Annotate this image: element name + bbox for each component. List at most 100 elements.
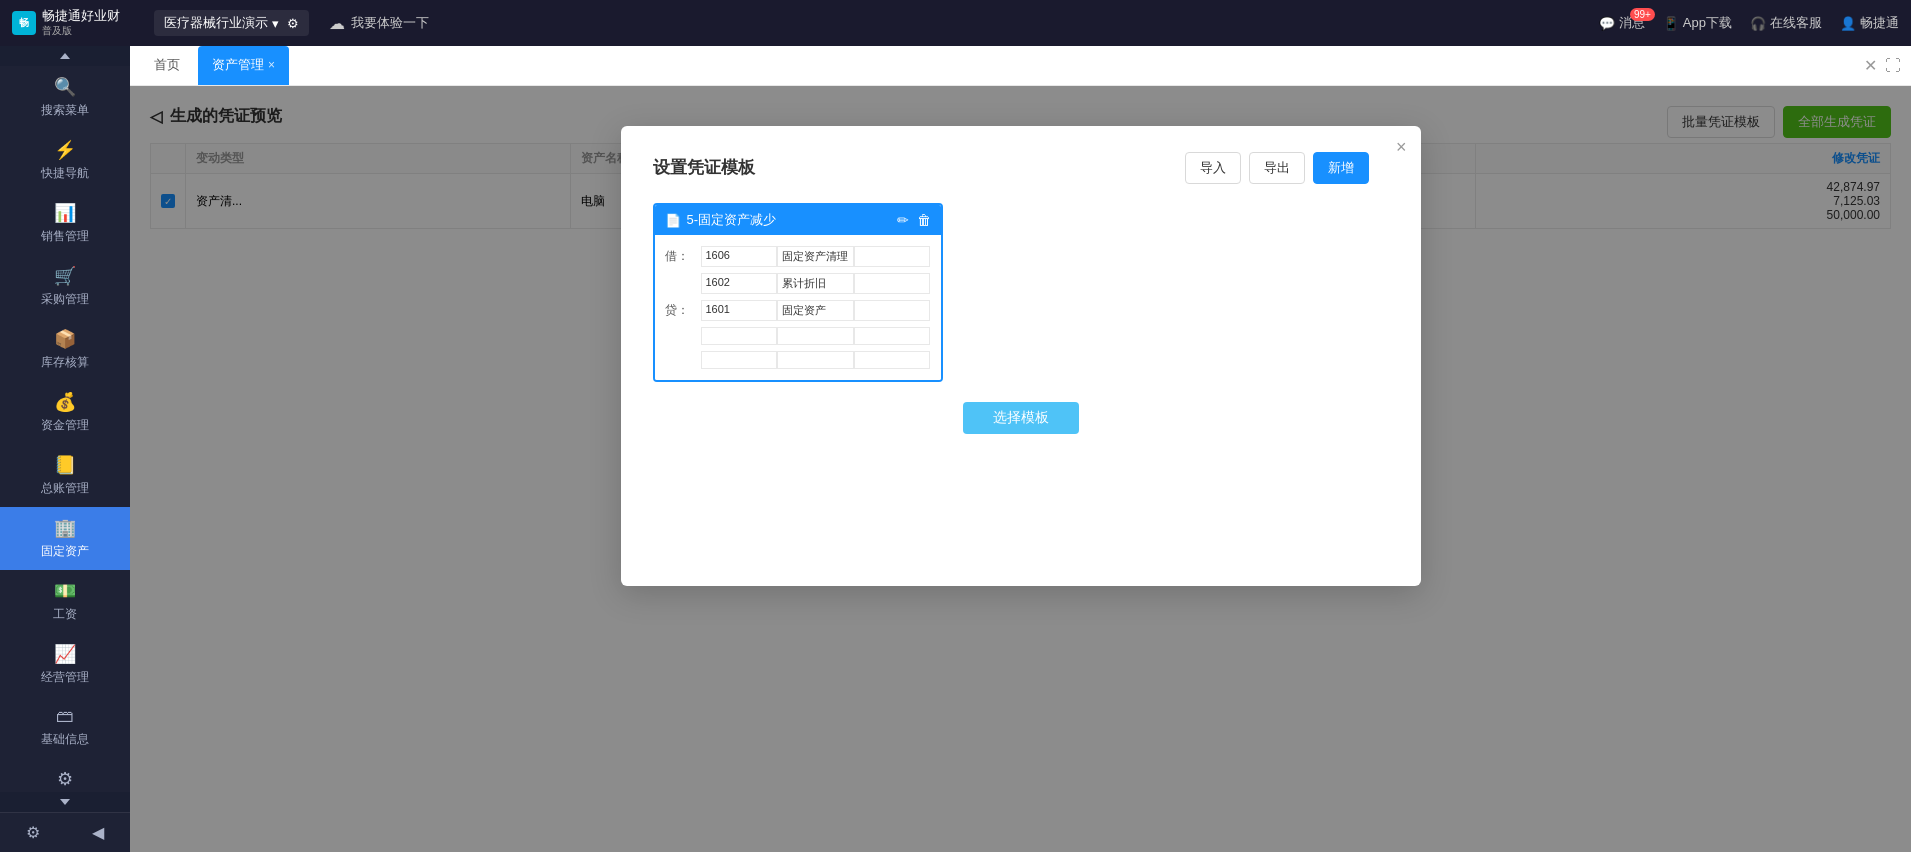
modal-close-button[interactable]: × [1396,138,1407,156]
empty2-code [701,351,778,369]
message-icon: 💬 [1599,16,1615,31]
customer-service-button[interactable]: 🎧 在线客服 [1750,14,1822,32]
template-row-2: 1602 累计折旧 [655,270,941,297]
empty1-name [777,327,854,345]
sidebar-item-operations[interactable]: 📈 经营管理 [0,633,130,696]
template-card-header: 📄 5-固定资产减少 ✏ 🗑 [655,205,941,235]
template-header-actions: ✏ 🗑 [897,212,931,228]
app-download-button[interactable]: 📱 App下载 [1663,14,1732,32]
sidebar-label-finance: 资金管理 [41,417,89,434]
window-controls: ✕ ⛶ [1864,46,1901,85]
sidebar-item-quicknav[interactable]: ⚡ 快捷导航 [0,129,130,192]
select-template-button[interactable]: 选择模板 [963,402,1079,434]
template-edit-icon[interactable]: ✏ [897,212,909,228]
sidebar-label-payroll: 工资 [53,606,77,623]
phone-icon: 📱 [1663,16,1679,31]
row1-amount [854,246,931,267]
ledger-icon: 📒 [54,454,76,476]
logo-text: 畅捷通好业财 [42,8,120,24]
sidebar-scroll-down[interactable] [0,792,130,812]
dropdown-icon: ▾ [272,16,279,31]
company-name: 医疗器械行业演示 [164,14,268,32]
username-label: 畅捷通 [1860,14,1899,32]
sidebar-item-purchase[interactable]: 🛒 采购管理 [0,255,130,318]
new-template-button[interactable]: 新增 [1313,152,1369,184]
settings-icon[interactable]: ⚙ [287,16,299,31]
operations-icon: 📈 [54,643,76,665]
sidebar-item-ledger[interactable]: 📒 总账管理 [0,444,130,507]
template-row-1: 借： 1606 固定资产清理 [655,243,941,270]
import-button[interactable]: 导入 [1185,152,1241,184]
sidebar-item-system[interactable]: ⚙ 系统管理 [0,758,130,792]
empty1-grid [701,327,931,345]
inventory-icon: 📦 [54,328,76,350]
template-row-empty-2 [655,348,941,372]
content-area: ◁ 生成的凭证预览 批量凭证模板 全部生成凭证 变动类型 资产名称 固定资产原值… [130,86,1911,852]
tab-home[interactable]: 首页 [140,46,194,85]
tab-assetmgmt[interactable]: 资产管理 × [198,46,289,85]
user-profile-button[interactable]: 👤 畅捷通 [1840,14,1899,32]
cloud-icon: ☁ [329,14,345,33]
sidebar-bottom: ⚙ ◀ [0,812,130,852]
row2-code: 1602 [701,273,778,294]
logo-sub: 普及版 [42,24,120,38]
row2-name: 累计折旧 [777,273,854,294]
sidebar-settings-icon[interactable]: ⚙ [26,823,40,842]
basic-icon: 🗃 [56,706,74,727]
modal-overlay[interactable]: 设置凭证模板 × 导入 导出 新增 📄 5-固定资产减少 ✏ [130,86,1911,852]
company-selector[interactable]: 医疗器械行业演示 ▾ ⚙ [154,10,309,36]
trial-text: 我要体验一下 [351,14,429,32]
empty1-amount [854,327,931,345]
messages-badge: 99+ [1630,8,1655,21]
tab-assetmgmt-label: 资产管理 [212,56,264,74]
template-row-empty-1 [655,324,941,348]
empty2-grid [701,351,931,369]
template-id-name: 5-固定资产减少 [687,211,777,229]
sidebar-item-search[interactable]: 🔍 搜索菜单 [0,66,130,129]
sidebar-label-quicknav: 快捷导航 [41,165,89,182]
app-logo: 畅 畅捷通好业财 普及版 [12,8,142,38]
quicknav-icon: ⚡ [54,139,76,161]
headset-icon: 🎧 [1750,16,1766,31]
app-download-label: App下载 [1683,14,1732,32]
window-close-button[interactable]: ✕ [1864,56,1877,75]
topbar-right: 💬 消息 99+ 📱 App下载 🎧 在线客服 👤 畅捷通 [1599,14,1899,32]
row3-type: 贷： [665,302,695,319]
voucher-template-modal: 设置凭证模板 × 导入 导出 新增 📄 5-固定资产减少 ✏ [621,126,1421,586]
sidebar-label-inventory: 库存核算 [41,354,89,371]
row3-name: 固定资产 [777,300,854,321]
row2-amount [854,273,931,294]
tab-home-label: 首页 [154,56,180,74]
tabbar: 首页 资产管理 × ✕ ⛶ [130,46,1911,86]
sidebar-collapse-icon[interactable]: ◀ [92,823,104,842]
row1-code: 1606 [701,246,778,267]
sidebar-label-search: 搜索菜单 [41,102,89,119]
sidebar-item-fixedasset[interactable]: 🏢 固定资产 [0,507,130,570]
trial-banner: ☁ 我要体验一下 [329,14,429,33]
row3-grid: 1601 固定资产 [701,300,931,321]
export-button[interactable]: 导出 [1249,152,1305,184]
sidebar-item-basic[interactable]: 🗃 基础信息 [0,696,130,758]
sidebar-item-sales[interactable]: 📊 销售管理 [0,192,130,255]
sidebar-item-finance[interactable]: 💰 资金管理 [0,381,130,444]
system-icon: ⚙ [57,768,73,790]
row1-type: 借： [665,248,695,265]
sidebar-item-payroll[interactable]: 💵 工资 [0,570,130,633]
sidebar-label-basic: 基础信息 [41,731,89,748]
sidebar-scroll-up[interactable] [0,46,130,66]
tab-close-icon[interactable]: × [268,58,275,72]
empty2-amount [854,351,931,369]
sidebar-item-inventory[interactable]: 📦 库存核算 [0,318,130,381]
empty1-code [701,327,778,345]
sidebar: 🔍 搜索菜单 ⚡ 快捷导航 📊 销售管理 🛒 采购管理 📦 库存核算 💰 资金管… [0,46,130,852]
window-expand-button[interactable]: ⛶ [1885,57,1901,75]
messages-button[interactable]: 💬 消息 99+ [1599,14,1645,32]
row1-name: 固定资产清理 [777,246,854,267]
row1-grid: 1606 固定资产清理 [701,246,931,267]
template-doc-icon: 📄 [665,213,681,228]
template-delete-icon[interactable]: 🗑 [917,212,931,228]
template-body: 借： 1606 固定资产清理 1602 [655,235,941,380]
purchase-icon: 🛒 [54,265,76,287]
main-area: 首页 资产管理 × ✕ ⛶ ◁ 生成的凭证预览 批量凭证模板 全部生成凭证 [130,46,1911,852]
customer-service-label: 在线客服 [1770,14,1822,32]
